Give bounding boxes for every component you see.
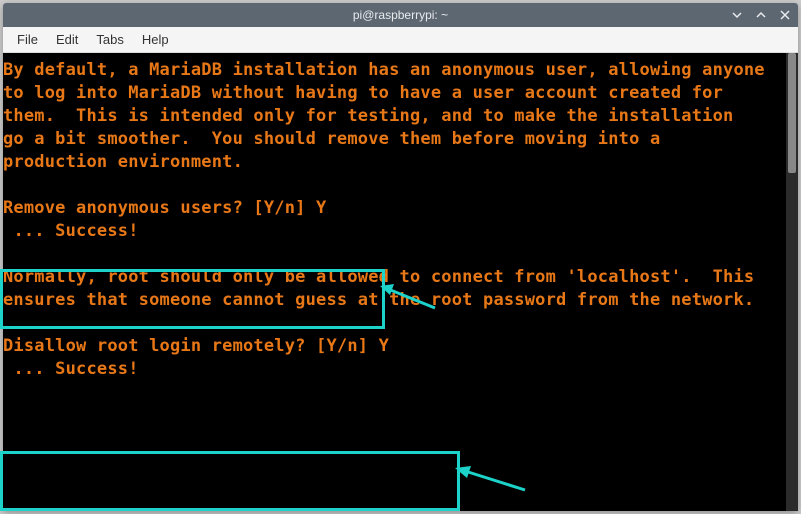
window-title: pi@raspberrypi: ~ xyxy=(353,8,448,22)
menu-tabs[interactable]: Tabs xyxy=(88,30,131,49)
titlebar[interactable]: pi@raspberrypi: ~ xyxy=(3,3,798,27)
scrollbar[interactable] xyxy=(786,53,798,511)
menu-help[interactable]: Help xyxy=(134,30,177,49)
terminal-area: By default, a MariaDB installation has a… xyxy=(3,53,798,511)
terminal-output[interactable]: By default, a MariaDB installation has a… xyxy=(3,53,786,511)
menu-edit[interactable]: Edit xyxy=(48,30,86,49)
minimize-icon[interactable] xyxy=(730,8,744,22)
close-icon[interactable] xyxy=(778,8,792,22)
scrollbar-thumb[interactable] xyxy=(788,53,796,173)
menubar: File Edit Tabs Help xyxy=(3,27,798,53)
menu-file[interactable]: File xyxy=(9,30,46,49)
window-controls xyxy=(730,3,792,27)
terminal-window: pi@raspberrypi: ~ File Edit Tabs Help By… xyxy=(3,3,798,511)
maximize-icon[interactable] xyxy=(754,8,768,22)
